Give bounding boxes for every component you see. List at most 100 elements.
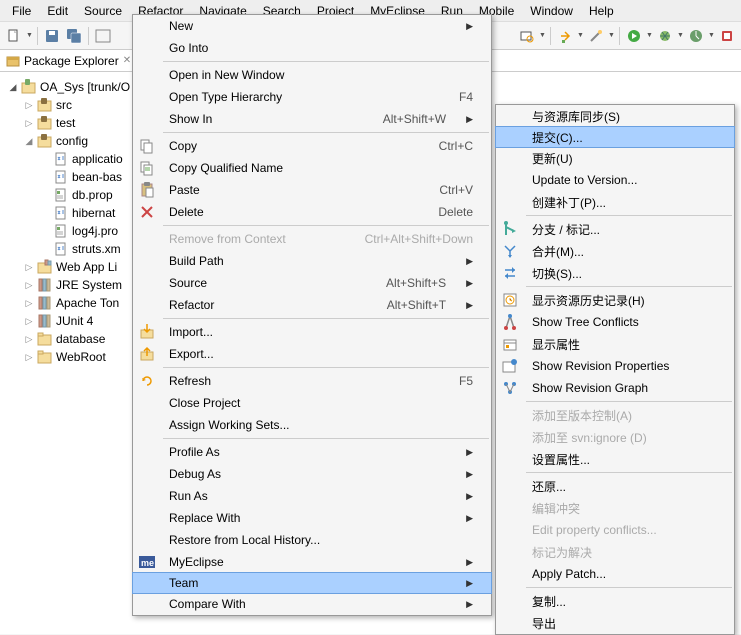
- menu-item[interactable]: Open in New Window: [133, 64, 491, 86]
- menu-item[interactable]: Update to Version...: [496, 169, 734, 191]
- menu-edit[interactable]: Edit: [39, 2, 76, 20]
- menu-item-label: Team: [161, 576, 446, 590]
- menu-separator: [526, 472, 732, 473]
- menu-item[interactable]: Apply Patch...: [496, 563, 734, 585]
- menu-item[interactable]: Copy Qualified Name: [133, 157, 491, 179]
- menu-item-label: Build Path: [161, 254, 446, 268]
- expand-icon[interactable]: ▷: [24, 298, 34, 309]
- menu-item-label: 提交(C)...: [524, 129, 716, 146]
- menu-item[interactable]: Build Path▶: [133, 250, 491, 272]
- search-button[interactable]: [517, 26, 537, 46]
- menu-item[interactable]: Restore from Local History...: [133, 529, 491, 551]
- menu-item-label: Update to Version...: [524, 173, 716, 187]
- menu-icon-blank: [496, 563, 524, 585]
- menu-item: Remove from ContextCtrl+Alt+Shift+Down: [133, 228, 491, 250]
- menu-item[interactable]: Assign Working Sets...: [133, 414, 491, 436]
- menu-item[interactable]: RefactorAlt+Shift+T▶: [133, 294, 491, 316]
- menu-item[interactable]: Open Type HierarchyF4: [133, 86, 491, 108]
- menu-item[interactable]: 切换(S)...: [496, 262, 734, 284]
- tree-label: OA_Sys [trunk/O: [40, 80, 130, 94]
- expand-icon[interactable]: ▷: [24, 334, 34, 345]
- menu-item[interactable]: CopyCtrl+C: [133, 135, 491, 157]
- tree-label: config: [56, 134, 88, 148]
- build-button[interactable]: [93, 26, 113, 46]
- menu-item[interactable]: SourceAlt+Shift+S▶: [133, 272, 491, 294]
- menu-item[interactable]: 显示资源历史记录(H): [496, 289, 734, 311]
- menu-item: Edit property conflicts...: [496, 519, 734, 541]
- menu-item[interactable]: RefreshF5: [133, 370, 491, 392]
- src-folder: [37, 133, 53, 149]
- menu-item-label: Remove from Context: [161, 232, 345, 246]
- expand-icon[interactable]: ◢: [24, 136, 34, 147]
- menu-item-shortcut: F4: [439, 90, 473, 104]
- profile-button[interactable]: [686, 26, 706, 46]
- menu-item[interactable]: Show InAlt+Shift+W▶: [133, 108, 491, 130]
- file-xml: [53, 241, 69, 257]
- menu-item[interactable]: Show Revision Properties: [496, 355, 734, 377]
- menu-item[interactable]: DeleteDelete: [133, 201, 491, 223]
- menu-item[interactable]: Go Into: [133, 37, 491, 59]
- package-explorer-tab[interactable]: Package Explorer ✕: [0, 50, 138, 71]
- menu-item-label: Assign Working Sets...: [161, 418, 473, 432]
- menu-icon-blank: [496, 169, 524, 191]
- save-button[interactable]: [42, 26, 62, 46]
- expand-icon[interactable]: ▷: [24, 262, 34, 273]
- menu-item[interactable]: Debug As▶: [133, 463, 491, 485]
- menu-icon-blank: [496, 105, 524, 127]
- expand-icon[interactable]: ▷: [24, 100, 34, 111]
- menu-item[interactable]: Show Tree Conflicts: [496, 311, 734, 333]
- ext-tools-button[interactable]: [717, 26, 737, 46]
- export-icon: [133, 343, 161, 365]
- menu-icon-blank: [133, 294, 161, 316]
- menu-help[interactable]: Help: [581, 2, 622, 20]
- menu-item[interactable]: 设置属性...: [496, 448, 734, 470]
- expand-icon[interactable]: ▷: [24, 352, 34, 363]
- menu-item[interactable]: Export...: [133, 343, 491, 365]
- menu-item[interactable]: Close Project: [133, 392, 491, 414]
- menu-item[interactable]: New▶: [133, 15, 491, 37]
- expand-icon[interactable]: ◢: [8, 82, 18, 93]
- nav-button[interactable]: [555, 26, 575, 46]
- menu-item[interactable]: 创建补丁(P)...: [496, 191, 734, 213]
- menu-item[interactable]: Show Revision Graph: [496, 377, 734, 399]
- expand-icon[interactable]: ▷: [24, 118, 34, 129]
- save-all-button[interactable]: [64, 26, 84, 46]
- menu-item[interactable]: Team▶: [132, 572, 492, 594]
- menu-file[interactable]: File: [4, 2, 39, 20]
- menu-icon-blank: [496, 191, 524, 213]
- menu-window[interactable]: Window: [522, 2, 581, 20]
- run-button[interactable]: [624, 26, 644, 46]
- menu-item[interactable]: Replace With▶: [133, 507, 491, 529]
- menu-item[interactable]: Import...: [133, 321, 491, 343]
- menu-item[interactable]: 复制...: [496, 590, 734, 612]
- menu-item[interactable]: 提交(C)...: [495, 126, 735, 148]
- submenu-arrow-icon: ▶: [446, 114, 473, 125]
- wand-button[interactable]: [586, 26, 606, 46]
- menu-item-label: 创建补丁(P)...: [524, 194, 716, 211]
- menu-item[interactable]: 与资源库同步(S): [496, 105, 734, 127]
- tab-close-icon[interactable]: ✕: [123, 55, 131, 66]
- menu-separator: [163, 132, 489, 133]
- menu-source[interactable]: Source: [76, 2, 130, 20]
- new-button[interactable]: [4, 26, 24, 46]
- menu-item[interactable]: Compare With▶: [133, 593, 491, 615]
- menu-item-label: 设置属性...: [524, 451, 716, 468]
- menu-item-label: Source: [161, 276, 366, 290]
- dropdown-arrow-icon[interactable]: ▼: [26, 28, 33, 44]
- menu-item[interactable]: 合并(M)...: [496, 240, 734, 262]
- menu-icon-blank: [496, 541, 524, 563]
- tab-label: Package Explorer: [24, 54, 119, 68]
- menu-icon-blank: [133, 37, 161, 59]
- menu-item[interactable]: Profile As▶: [133, 441, 491, 463]
- menu-item[interactable]: 分支 / 标记...: [496, 218, 734, 240]
- debug-button[interactable]: [655, 26, 675, 46]
- menu-item[interactable]: 更新(U): [496, 147, 734, 169]
- menu-item[interactable]: 还原...: [496, 475, 734, 497]
- menu-item[interactable]: PasteCtrl+V: [133, 179, 491, 201]
- expand-icon[interactable]: ▷: [24, 280, 34, 291]
- menu-item[interactable]: 显示属性: [496, 333, 734, 355]
- menu-item[interactable]: Run As▶: [133, 485, 491, 507]
- menu-item[interactable]: meMyEclipse▶: [133, 551, 491, 573]
- expand-icon[interactable]: ▷: [24, 316, 34, 327]
- menu-item[interactable]: 导出: [496, 612, 734, 634]
